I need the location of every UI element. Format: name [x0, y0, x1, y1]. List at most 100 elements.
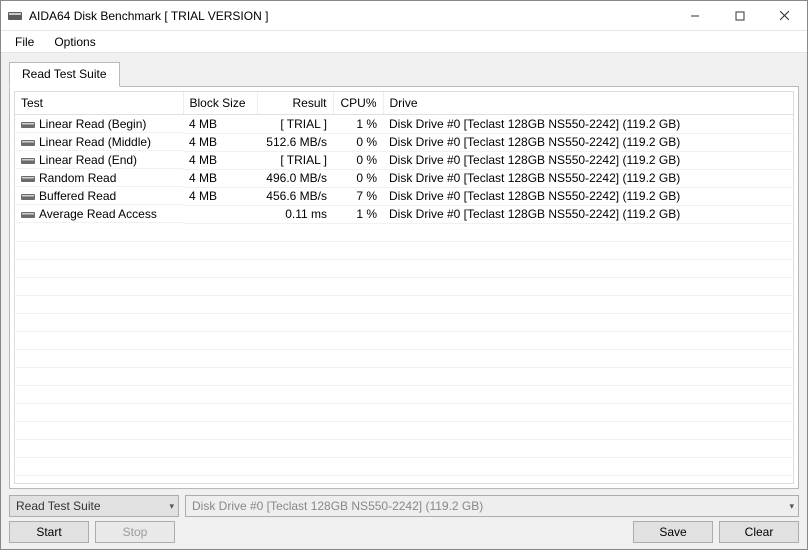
column-drive[interactable]: Drive	[383, 92, 793, 115]
cell-cpu: 0 %	[333, 151, 383, 169]
window-title: AIDA64 Disk Benchmark [ TRIAL VERSION ]	[29, 9, 672, 23]
cell-result: 512.6 MB/s	[257, 133, 333, 151]
cell-block	[183, 205, 257, 223]
table-row-empty	[15, 313, 793, 331]
cell-test: Buffered Read	[15, 187, 183, 205]
column-test[interactable]: Test	[15, 92, 183, 115]
drive-icon	[21, 119, 35, 129]
app-window: AIDA64 Disk Benchmark [ TRIAL VERSION ] …	[0, 0, 808, 550]
table-row-empty	[15, 385, 793, 403]
tabstrip: Read Test Suite	[9, 61, 799, 86]
table-row-empty	[15, 457, 793, 475]
spacer	[181, 521, 627, 543]
table-row[interactable]: Average Read Access 0.11 ms1 %Disk Drive …	[15, 205, 793, 223]
table-row-empty	[15, 241, 793, 259]
results-grid-wrapper: Test Block Size Result CPU% Drive Linear…	[14, 91, 794, 484]
tab-read-test-suite[interactable]: Read Test Suite	[9, 62, 120, 87]
table-row[interactable]: Linear Read (Middle) 4 MB512.6 MB/s0 %Dis…	[15, 133, 793, 151]
column-block[interactable]: Block Size	[183, 92, 257, 115]
table-row[interactable]: Linear Read (Begin) 4 MB[ TRIAL ]1 %Disk …	[15, 115, 793, 134]
cell-block: 4 MB	[183, 115, 257, 134]
cell-drive: Disk Drive #0 [Teclast 128GB NS550-2242]…	[383, 115, 793, 134]
menubar: File Options	[1, 31, 807, 53]
test-name: Linear Read (End)	[39, 153, 137, 167]
cell-result: 456.6 MB/s	[257, 187, 333, 205]
cell-test: Linear Read (Begin)	[15, 115, 183, 133]
table-row-empty	[15, 223, 793, 241]
cell-test: Linear Read (End)	[15, 151, 183, 169]
test-suite-dropdown[interactable]: Read Test Suite ▾	[9, 495, 179, 517]
window-controls	[672, 1, 807, 30]
chevron-down-icon: ▾	[169, 501, 174, 512]
test-name: Linear Read (Middle)	[39, 135, 151, 149]
drive-icon	[21, 137, 35, 147]
column-cpu[interactable]: CPU%	[333, 92, 383, 115]
table-row-empty	[15, 403, 793, 421]
bottom-controls: Read Test Suite ▾ Disk Drive #0 [Teclast…	[9, 489, 799, 543]
cell-result: 0.11 ms	[257, 205, 333, 223]
test-name: Average Read Access	[39, 207, 157, 221]
menu-file[interactable]: File	[5, 33, 44, 51]
table-row-empty	[15, 259, 793, 277]
table-row-empty	[15, 295, 793, 313]
maximize-button[interactable]	[717, 1, 762, 30]
cell-block: 4 MB	[183, 169, 257, 187]
table-row-empty	[15, 349, 793, 367]
drive-icon	[21, 191, 35, 201]
test-name: Linear Read (Begin)	[39, 117, 146, 131]
results-table: Test Block Size Result CPU% Drive Linear…	[15, 92, 793, 476]
cell-drive: Disk Drive #0 [Teclast 128GB NS550-2242]…	[383, 187, 793, 205]
table-row[interactable]: Linear Read (End) 4 MB[ TRIAL ]0 %Disk Dr…	[15, 151, 793, 169]
clear-button[interactable]: Clear	[719, 521, 799, 543]
cell-test: Linear Read (Middle)	[15, 133, 183, 151]
cell-drive: Disk Drive #0 [Teclast 128GB NS550-2242]…	[383, 133, 793, 151]
column-result[interactable]: Result	[257, 92, 333, 115]
minimize-button[interactable]	[672, 1, 717, 30]
content-area: Read Test Suite Test Block Size Result C…	[1, 53, 807, 549]
drive-icon	[21, 173, 35, 183]
cell-drive: Disk Drive #0 [Teclast 128GB NS550-2242]…	[383, 151, 793, 169]
drive-dropdown[interactable]: Disk Drive #0 [Teclast 128GB NS550-2242]…	[185, 495, 799, 517]
menu-options[interactable]: Options	[44, 33, 105, 51]
cell-drive: Disk Drive #0 [Teclast 128GB NS550-2242]…	[383, 169, 793, 187]
drive-dropdown-value: Disk Drive #0 [Teclast 128GB NS550-2242]…	[192, 499, 483, 513]
cell-test: Average Read Access	[15, 205, 183, 223]
close-button[interactable]	[762, 1, 807, 30]
cell-cpu: 0 %	[333, 133, 383, 151]
start-button[interactable]: Start	[9, 521, 89, 543]
column-header-row: Test Block Size Result CPU% Drive	[15, 92, 793, 115]
test-suite-value: Read Test Suite	[16, 499, 101, 513]
results-panel: Test Block Size Result CPU% Drive Linear…	[9, 86, 799, 489]
table-row-empty	[15, 331, 793, 349]
cell-cpu: 7 %	[333, 187, 383, 205]
drive-icon	[21, 209, 35, 219]
titlebar: AIDA64 Disk Benchmark [ TRIAL VERSION ]	[1, 1, 807, 31]
test-name: Buffered Read	[39, 189, 116, 203]
cell-cpu: 0 %	[333, 169, 383, 187]
table-row-empty	[15, 421, 793, 439]
cell-block: 4 MB	[183, 151, 257, 169]
cell-block: 4 MB	[183, 133, 257, 151]
table-row[interactable]: Buffered Read 4 MB456.6 MB/s7 %Disk Drive…	[15, 187, 793, 205]
chevron-down-icon: ▾	[789, 501, 794, 512]
table-row-empty	[15, 367, 793, 385]
cell-result: [ TRIAL ]	[257, 115, 333, 134]
results-body: Linear Read (Begin)4 MB[ TRIAL ]1 %Disk …	[15, 115, 793, 476]
table-row[interactable]: Random Read 4 MB496.0 MB/s0 %Disk Drive #…	[15, 169, 793, 187]
button-row: Start Stop Save Clear	[9, 521, 799, 543]
cell-cpu: 1 %	[333, 205, 383, 223]
save-button[interactable]: Save	[633, 521, 713, 543]
cell-result: [ TRIAL ]	[257, 151, 333, 169]
cell-result: 496.0 MB/s	[257, 169, 333, 187]
selector-row: Read Test Suite ▾ Disk Drive #0 [Teclast…	[9, 495, 799, 517]
cell-cpu: 1 %	[333, 115, 383, 134]
cell-test: Random Read	[15, 169, 183, 187]
cell-drive: Disk Drive #0 [Teclast 128GB NS550-2242]…	[383, 205, 793, 223]
app-icon	[7, 8, 23, 24]
drive-icon	[21, 155, 35, 165]
stop-button: Stop	[95, 521, 175, 543]
table-row-empty	[15, 277, 793, 295]
table-row-empty	[15, 439, 793, 457]
test-name: Random Read	[39, 171, 116, 185]
cell-block: 4 MB	[183, 187, 257, 205]
